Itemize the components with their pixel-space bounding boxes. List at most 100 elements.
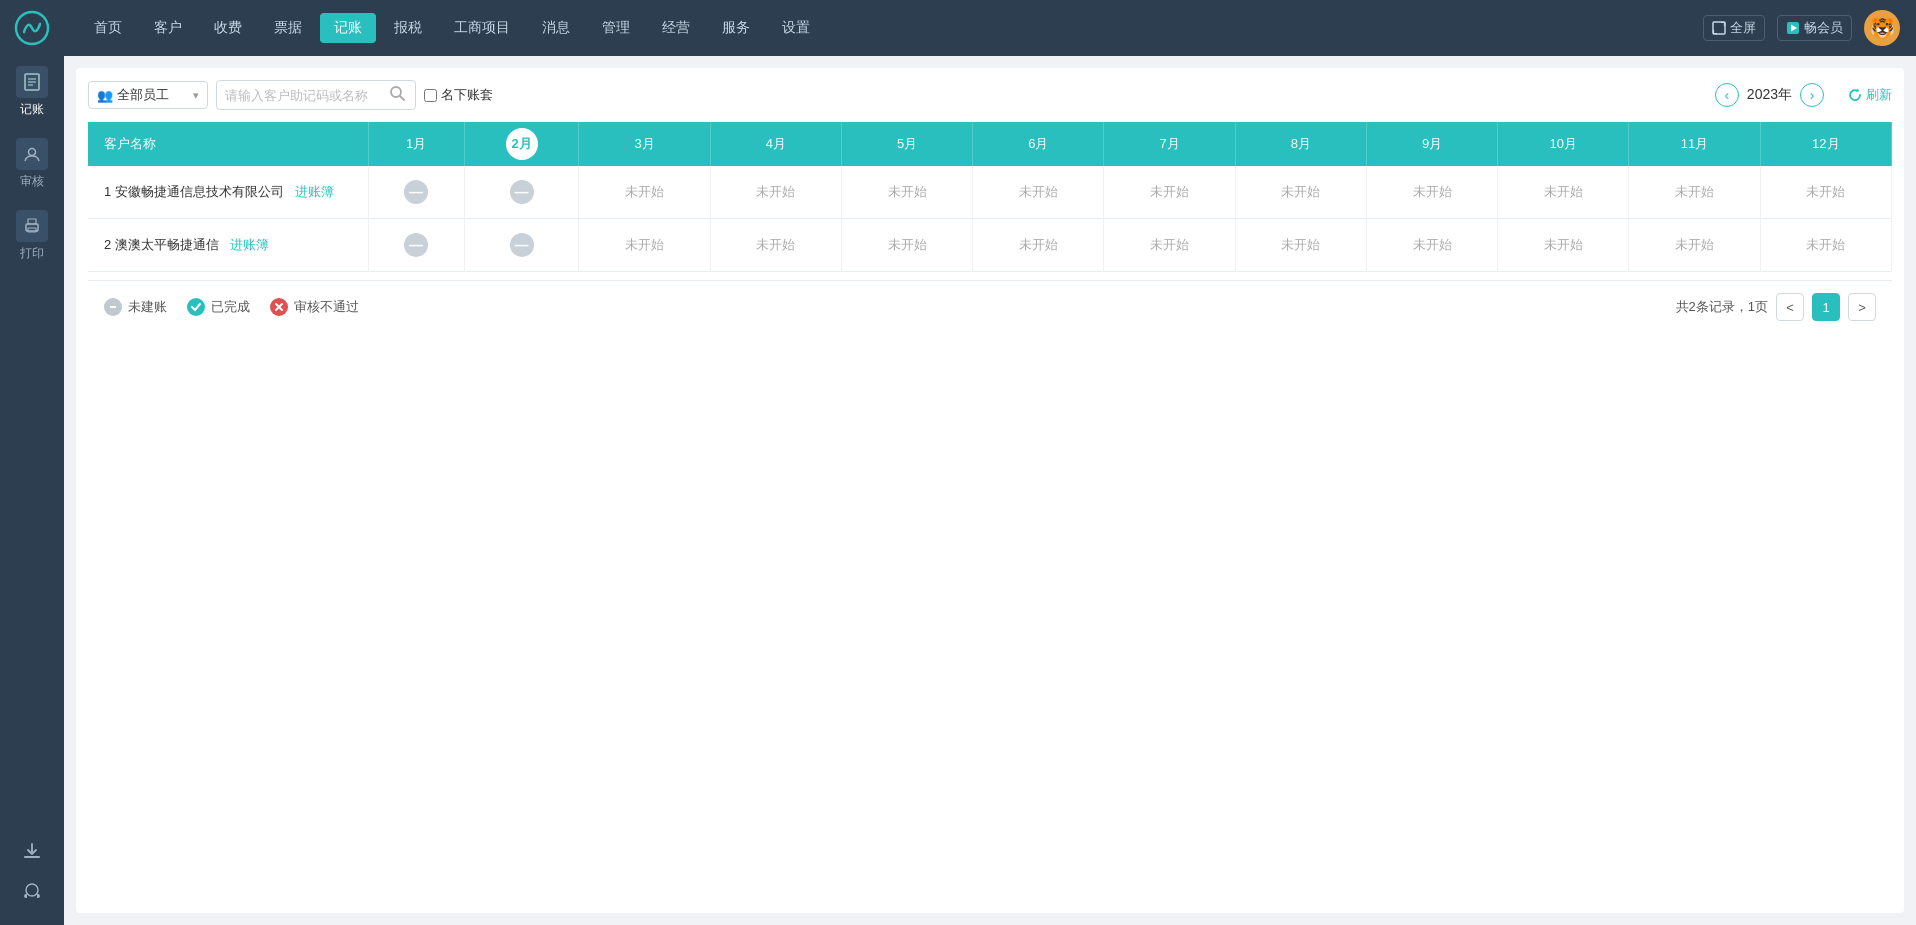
not-started-status: 未开始: [1019, 184, 1058, 199]
search-input[interactable]: [225, 88, 383, 103]
cell-m6: 未开始: [973, 219, 1104, 272]
toolbar: 👥 全部员工 ▾ 名下账套: [88, 80, 1892, 110]
legend-dot-grey: [104, 298, 122, 316]
cell-m9: 未开始: [1366, 166, 1497, 219]
user-avatar[interactable]: 🐯: [1864, 10, 1900, 46]
next-page-button[interactable]: >: [1848, 293, 1876, 321]
cell-m9: 未开始: [1366, 219, 1497, 272]
employee-icon: 👥: [97, 88, 113, 103]
search-button[interactable]: [387, 85, 407, 105]
search-wrap: [216, 80, 416, 110]
table-body: 1 安徽畅捷通信息技术有限公司 进账簿——未开始未开始未开始未开始未开始未开始未…: [88, 166, 1892, 272]
pagination-info: 共2条记录，1页: [1676, 298, 1768, 316]
cell-m3: 未开始: [579, 166, 710, 219]
year-label: 2023年: [1747, 86, 1792, 104]
refresh-label: 刷新: [1866, 86, 1892, 104]
not-started-status: 未开始: [625, 184, 664, 199]
fullscreen-label: 全屏: [1730, 19, 1756, 37]
employee-select[interactable]: 👥 全部员工 ▾: [88, 81, 208, 109]
cell-m5: 未开始: [841, 219, 972, 272]
table-scroll[interactable]: 客户名称 1月 2月 3月 4月 5月 6月 7月 8月 9月: [88, 122, 1892, 272]
nav-service[interactable]: 服务: [708, 13, 764, 43]
prev-page-button[interactable]: <: [1776, 293, 1804, 321]
nav-home[interactable]: 首页: [80, 13, 136, 43]
nav-settings[interactable]: 设置: [768, 13, 824, 43]
sidebar-download[interactable]: [0, 833, 64, 869]
col-m4: 4月: [710, 122, 841, 166]
cell-m4: 未开始: [710, 219, 841, 272]
current-page[interactable]: 1: [1812, 293, 1840, 321]
table-header-row: 客户名称 1月 2月 3月 4月 5月 6月 7月 8月 9月: [88, 122, 1892, 166]
nav-accounting[interactable]: 记账: [320, 13, 376, 43]
nav-invoice[interactable]: 票据: [260, 13, 316, 43]
refresh-icon: [1848, 88, 1862, 102]
sidebar-bottom: [0, 833, 64, 925]
sidebar-item-label: 打印: [20, 245, 44, 262]
pagination: 共2条记录，1页 < 1 >: [1676, 293, 1876, 321]
svg-point-10: [26, 884, 38, 896]
not-started-status: 未开始: [1675, 184, 1714, 199]
svg-marker-16: [1857, 89, 1860, 93]
cell-name: 1 安徽畅捷通信息技术有限公司 进账簿: [88, 166, 368, 219]
not-started-status: 未开始: [1806, 237, 1845, 252]
sidebar-item-audit[interactable]: 审核: [0, 128, 64, 200]
refresh-button[interactable]: 刷新: [1848, 86, 1892, 104]
footer: 未建账 已完成 审核不通过 共2条记录，1页 < 1: [88, 280, 1892, 333]
sidebar-item-label: 记账: [20, 101, 44, 118]
legend-dot-red: [270, 298, 288, 316]
employee-label: 全部员工: [117, 86, 189, 104]
my-accounts-checkbox-wrap[interactable]: 名下账套: [424, 86, 493, 104]
sidebar-support[interactable]: [0, 873, 64, 909]
my-accounts-checkbox[interactable]: [424, 89, 437, 102]
sidebar-item-print[interactable]: 打印: [0, 200, 64, 272]
not-started-status: 未开始: [1150, 237, 1189, 252]
row-index: 2: [104, 237, 111, 252]
accounting-icon: [16, 66, 48, 98]
status-dash-icon: —: [510, 180, 534, 204]
nav-customer[interactable]: 客户: [140, 13, 196, 43]
chevron-down-icon: ▾: [193, 89, 199, 102]
member-button[interactable]: 畅会员: [1777, 15, 1852, 41]
topnav-right: 全屏 畅会员 🐯: [1703, 10, 1900, 46]
not-started-status: 未开始: [1544, 184, 1583, 199]
cell-m10: 未开始: [1498, 166, 1629, 219]
cell-m3: 未开始: [579, 219, 710, 272]
prev-year-button[interactable]: ‹: [1715, 83, 1739, 107]
status-dash-icon: —: [510, 233, 534, 257]
enter-ledger-link[interactable]: 进账簿: [230, 237, 269, 252]
status-dash-icon: —: [404, 233, 428, 257]
main-wrap: 首页 客户 收费 票据 记账 报税 工商项目 消息 管理 经营 服务 设置 全屏: [64, 0, 1916, 925]
legend-completed: 已完成: [187, 298, 250, 316]
printer-icon: [23, 217, 41, 235]
main-card: 👥 全部员工 ▾ 名下账套: [76, 68, 1904, 913]
nav-message[interactable]: 消息: [528, 13, 584, 43]
nav-business[interactable]: 工商项目: [440, 13, 524, 43]
col-m1: 1月: [368, 122, 464, 166]
not-started-status: 未开始: [756, 237, 795, 252]
cell-m2: —: [464, 219, 579, 272]
fullscreen-button[interactable]: 全屏: [1703, 15, 1765, 41]
col-m5: 5月: [841, 122, 972, 166]
nav-tax[interactable]: 报税: [380, 13, 436, 43]
cell-name: 2 澳澳太平畅捷通信 进账簿: [88, 219, 368, 272]
nav-billing[interactable]: 收费: [200, 13, 256, 43]
legend-completed-label: 已完成: [211, 298, 250, 316]
cell-m1: —: [368, 219, 464, 272]
col-m7: 7月: [1104, 122, 1235, 166]
status-dash-icon: —: [404, 180, 428, 204]
nav-management[interactable]: 管理: [588, 13, 644, 43]
person-icon: [23, 145, 41, 163]
legend-rejected: 审核不通过: [270, 298, 359, 316]
active-month-circle: 2月: [506, 128, 538, 160]
download-icon: [22, 841, 42, 861]
nav-operations[interactable]: 经营: [648, 13, 704, 43]
cell-m7: 未开始: [1104, 166, 1235, 219]
row-index: 1: [104, 184, 111, 199]
sidebar-item-accounting[interactable]: 记账: [0, 56, 64, 128]
not-started-status: 未开始: [1281, 184, 1320, 199]
col-m12: 12月: [1760, 122, 1891, 166]
next-year-button[interactable]: ›: [1800, 83, 1824, 107]
cell-m7: 未开始: [1104, 219, 1235, 272]
enter-ledger-link[interactable]: 进账簿: [295, 184, 334, 199]
not-started-status: 未开始: [1413, 184, 1452, 199]
